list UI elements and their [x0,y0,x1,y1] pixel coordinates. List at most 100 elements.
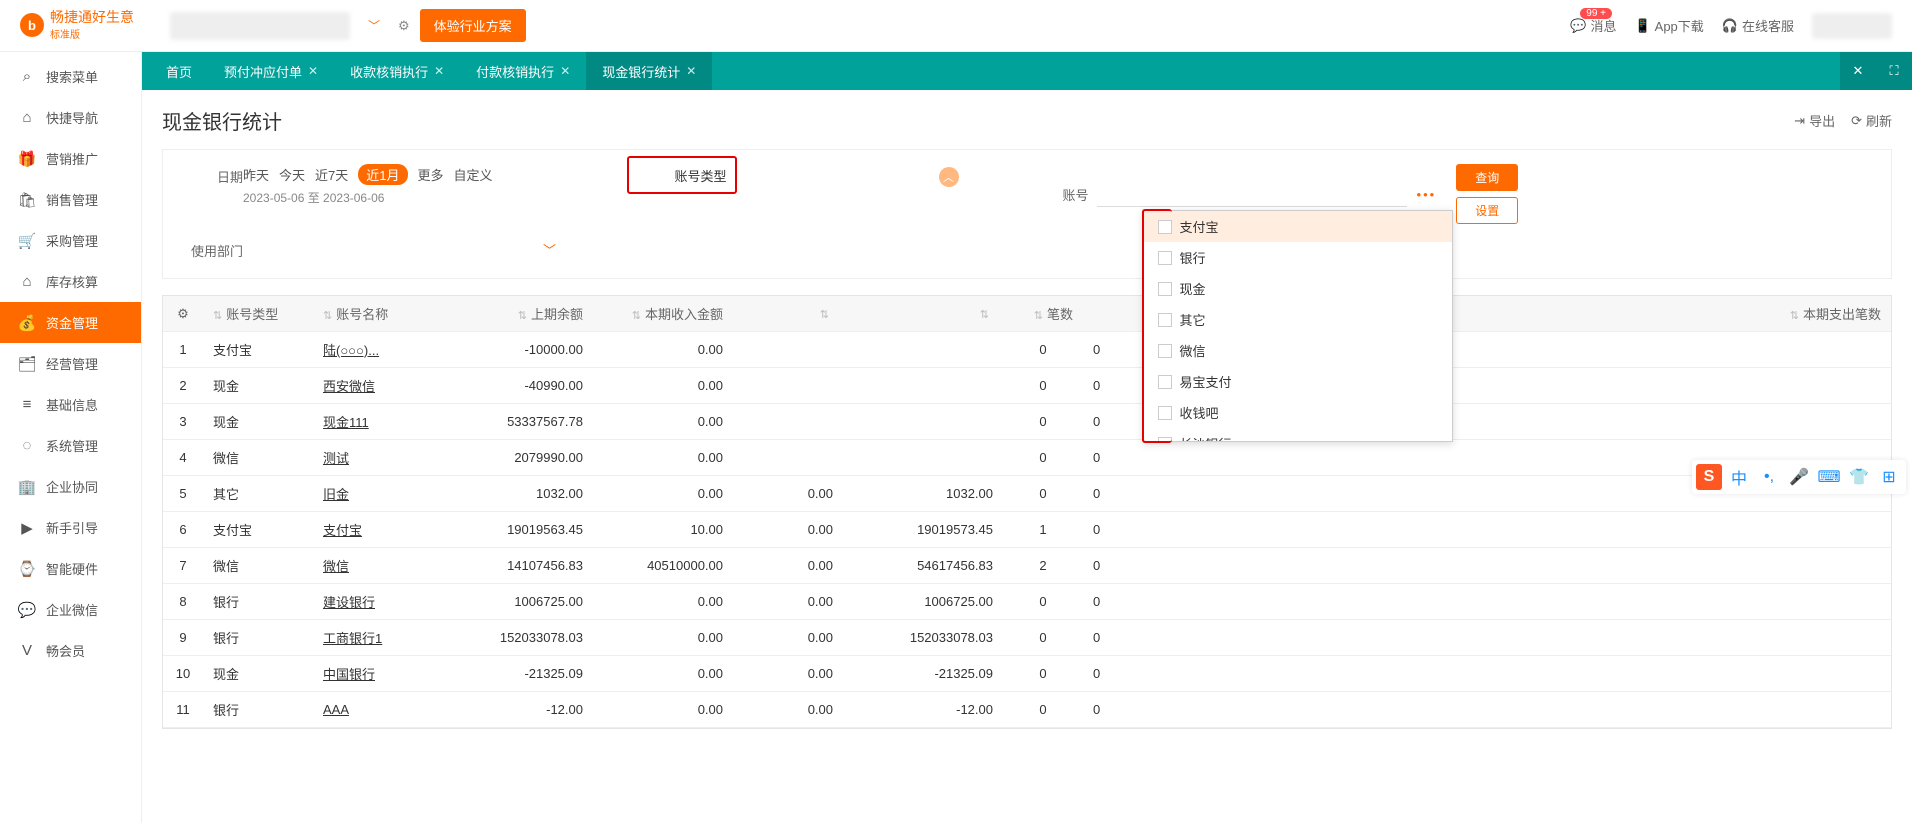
close-icon[interactable]: ✕ [686,64,696,78]
sidebar-item-1[interactable]: ⌂快捷导航 [0,97,141,138]
date-quick-active[interactable]: 近1月 [358,164,407,185]
account-name-link[interactable]: 现金111 [323,415,369,430]
tab-3[interactable]: 付款核销执行✕ [460,52,586,90]
ime-keyboard-icon[interactable]: ⌨ [1816,464,1842,490]
sidebar-item-0[interactable]: ⌕搜索菜单 [0,56,141,97]
column-header[interactable]: 本期收入金额 [593,296,733,332]
org-selector-blurred[interactable] [170,12,350,40]
dropdown-option-label: 微信 [1180,341,1206,360]
checkbox-icon[interactable] [1158,437,1172,442]
date-quick-option[interactable]: 昨天 [243,165,269,184]
account-input[interactable] [1097,181,1407,196]
sidebar-item-5[interactable]: ⌂库存核算 [0,261,141,302]
table-row: 1支付宝陆(○○○)...-10000.000.0000 [163,332,1891,368]
tab-0[interactable]: 首页 [150,52,208,90]
collapse-filter-button[interactable]: ︿ [939,167,959,187]
ime-lang-icon[interactable]: 中 [1726,464,1752,490]
dropdown-option[interactable]: 易宝支付 [1144,366,1452,397]
account-name-link[interactable]: 微信 [323,559,349,574]
account-name-link[interactable]: 建设银行 [323,595,375,610]
checkbox-icon[interactable] [1158,406,1172,420]
user-area-blurred[interactable] [1812,13,1892,39]
online-service-button[interactable]: 🎧 在线客服 [1722,16,1794,35]
dropdown-option[interactable]: 银行 [1144,242,1452,273]
date-quick-option[interactable]: 更多 [418,165,444,184]
refresh-button[interactable]: ⟳刷新 [1851,111,1892,130]
sidebar-item-7[interactable]: 🗂经营管理 [0,343,141,384]
checkbox-icon[interactable] [1158,251,1172,265]
dropdown-option[interactable]: 其它 [1144,304,1452,335]
tab-expand-button[interactable]: ⛶ [1876,52,1912,90]
chevron-down-icon[interactable]: ﹀ [543,240,556,259]
account-name-link[interactable]: 陆(○○○)... [323,343,379,358]
column-header[interactable]: 笔数 [1003,296,1083,332]
account-name-link[interactable]: 支付宝 [323,523,362,538]
column-header[interactable]: 上期余额 [453,296,593,332]
industry-plan-button[interactable]: 体验行业方案 [420,9,526,42]
sidebar-item-10[interactable]: 🏢企业协同 [0,466,141,507]
column-header[interactable] [843,296,1003,332]
date-quick-option[interactable]: 今天 [279,165,305,184]
checkbox-icon[interactable] [1158,220,1172,234]
tab-4[interactable]: 现金银行统计✕ [586,52,712,90]
close-icon[interactable]: ✕ [560,64,570,78]
sidebar-item-11[interactable]: ▶新手引导 [0,507,141,548]
dropdown-option[interactable]: 微信 [1144,335,1452,366]
account-name-link[interactable]: 工商银行1 [323,631,382,646]
table-settings-header[interactable]: ⚙ [163,296,203,332]
account-name-link[interactable]: 旧金 [323,487,349,502]
dropdown-option[interactable]: 现金 [1144,273,1452,304]
dropdown-option[interactable]: 长沙银行 [1144,428,1452,441]
sidebar-item-2[interactable]: 🎁营销推广 [0,138,141,179]
ime-skin-icon[interactable]: 👕 [1846,464,1872,490]
close-icon[interactable]: ✕ [308,64,318,78]
sogou-icon[interactable]: S [1696,464,1722,490]
ime-toolbox-icon[interactable]: ⊞ [1876,464,1902,490]
column-header[interactable]: 账号类型 [203,296,313,332]
account-name-link[interactable]: 测试 [323,451,349,466]
tab-1[interactable]: 预付冲应付单✕ [208,52,334,90]
account-type-label: 账号类型 [675,166,727,185]
app-download-button[interactable]: 📱 App下载 [1634,16,1703,35]
ime-dock: S 中 •, 🎤 ⌨ 👕 ⊞ [1692,460,1906,494]
close-icon[interactable]: ✕ [434,64,444,78]
dropdown-option[interactable]: 支付宝 [1144,211,1452,242]
column-header[interactable] [733,296,843,332]
sidebar-item-13[interactable]: 💬企业微信 [0,589,141,630]
sidebar-item-9[interactable]: ◌系统管理 [0,425,141,466]
table-row: 2现金西安微信-40990.000.0000 [163,368,1891,404]
sidebar-item-4[interactable]: 🛒采购管理 [0,220,141,261]
tab-close-all-button[interactable]: ✕ [1840,52,1876,90]
sidebar-item-label: 企业微信 [46,600,98,619]
ime-punct-icon[interactable]: •, [1756,464,1782,490]
checkbox-icon[interactable] [1158,282,1172,296]
query-button[interactable]: 查询 [1456,164,1518,191]
account-name-link[interactable]: 中国银行 [323,667,375,682]
gear-icon[interactable]: ⚙ [398,18,410,34]
sidebar-item-8[interactable]: ≡基础信息 [0,384,141,425]
checkbox-icon[interactable] [1158,375,1172,389]
sidebar-item-14[interactable]: V畅会员 [0,630,141,671]
dept-input[interactable] [243,241,543,257]
table-row: 8银行建设银行1006725.000.000.001006725.0000 [163,584,1891,620]
dropdown-option[interactable]: 收钱吧 [1144,397,1452,428]
sidebar-item-3[interactable]: 🛍销售管理 [0,179,141,220]
settings-button[interactable]: 设置 [1456,197,1518,224]
chevron-down-icon[interactable]: ﹀ [368,17,380,34]
account-name-link[interactable]: AAA [323,702,349,717]
sidebar-item-12[interactable]: ⌚智能硬件 [0,548,141,589]
column-header[interactable]: 账号名称 [313,296,453,332]
messages-button[interactable]: 💬 消息 99 + [1570,16,1616,35]
date-quick-option[interactable]: 近7天 [315,165,348,184]
sidebar-item-6[interactable]: 💰资金管理 [0,302,141,343]
sidebar-icon: 🛍 [18,191,36,209]
export-button[interactable]: ⇥导出 [1794,111,1835,130]
checkbox-icon[interactable] [1158,344,1172,358]
tab-label: 首页 [166,62,192,81]
tab-2[interactable]: 收款核销执行✕ [334,52,460,90]
account-name-link[interactable]: 西安微信 [323,379,375,394]
more-filters-button[interactable]: ••• [1417,187,1437,202]
checkbox-icon[interactable] [1158,313,1172,327]
ime-mic-icon[interactable]: 🎤 [1786,464,1812,490]
date-quick-option[interactable]: 自定义 [454,165,493,184]
